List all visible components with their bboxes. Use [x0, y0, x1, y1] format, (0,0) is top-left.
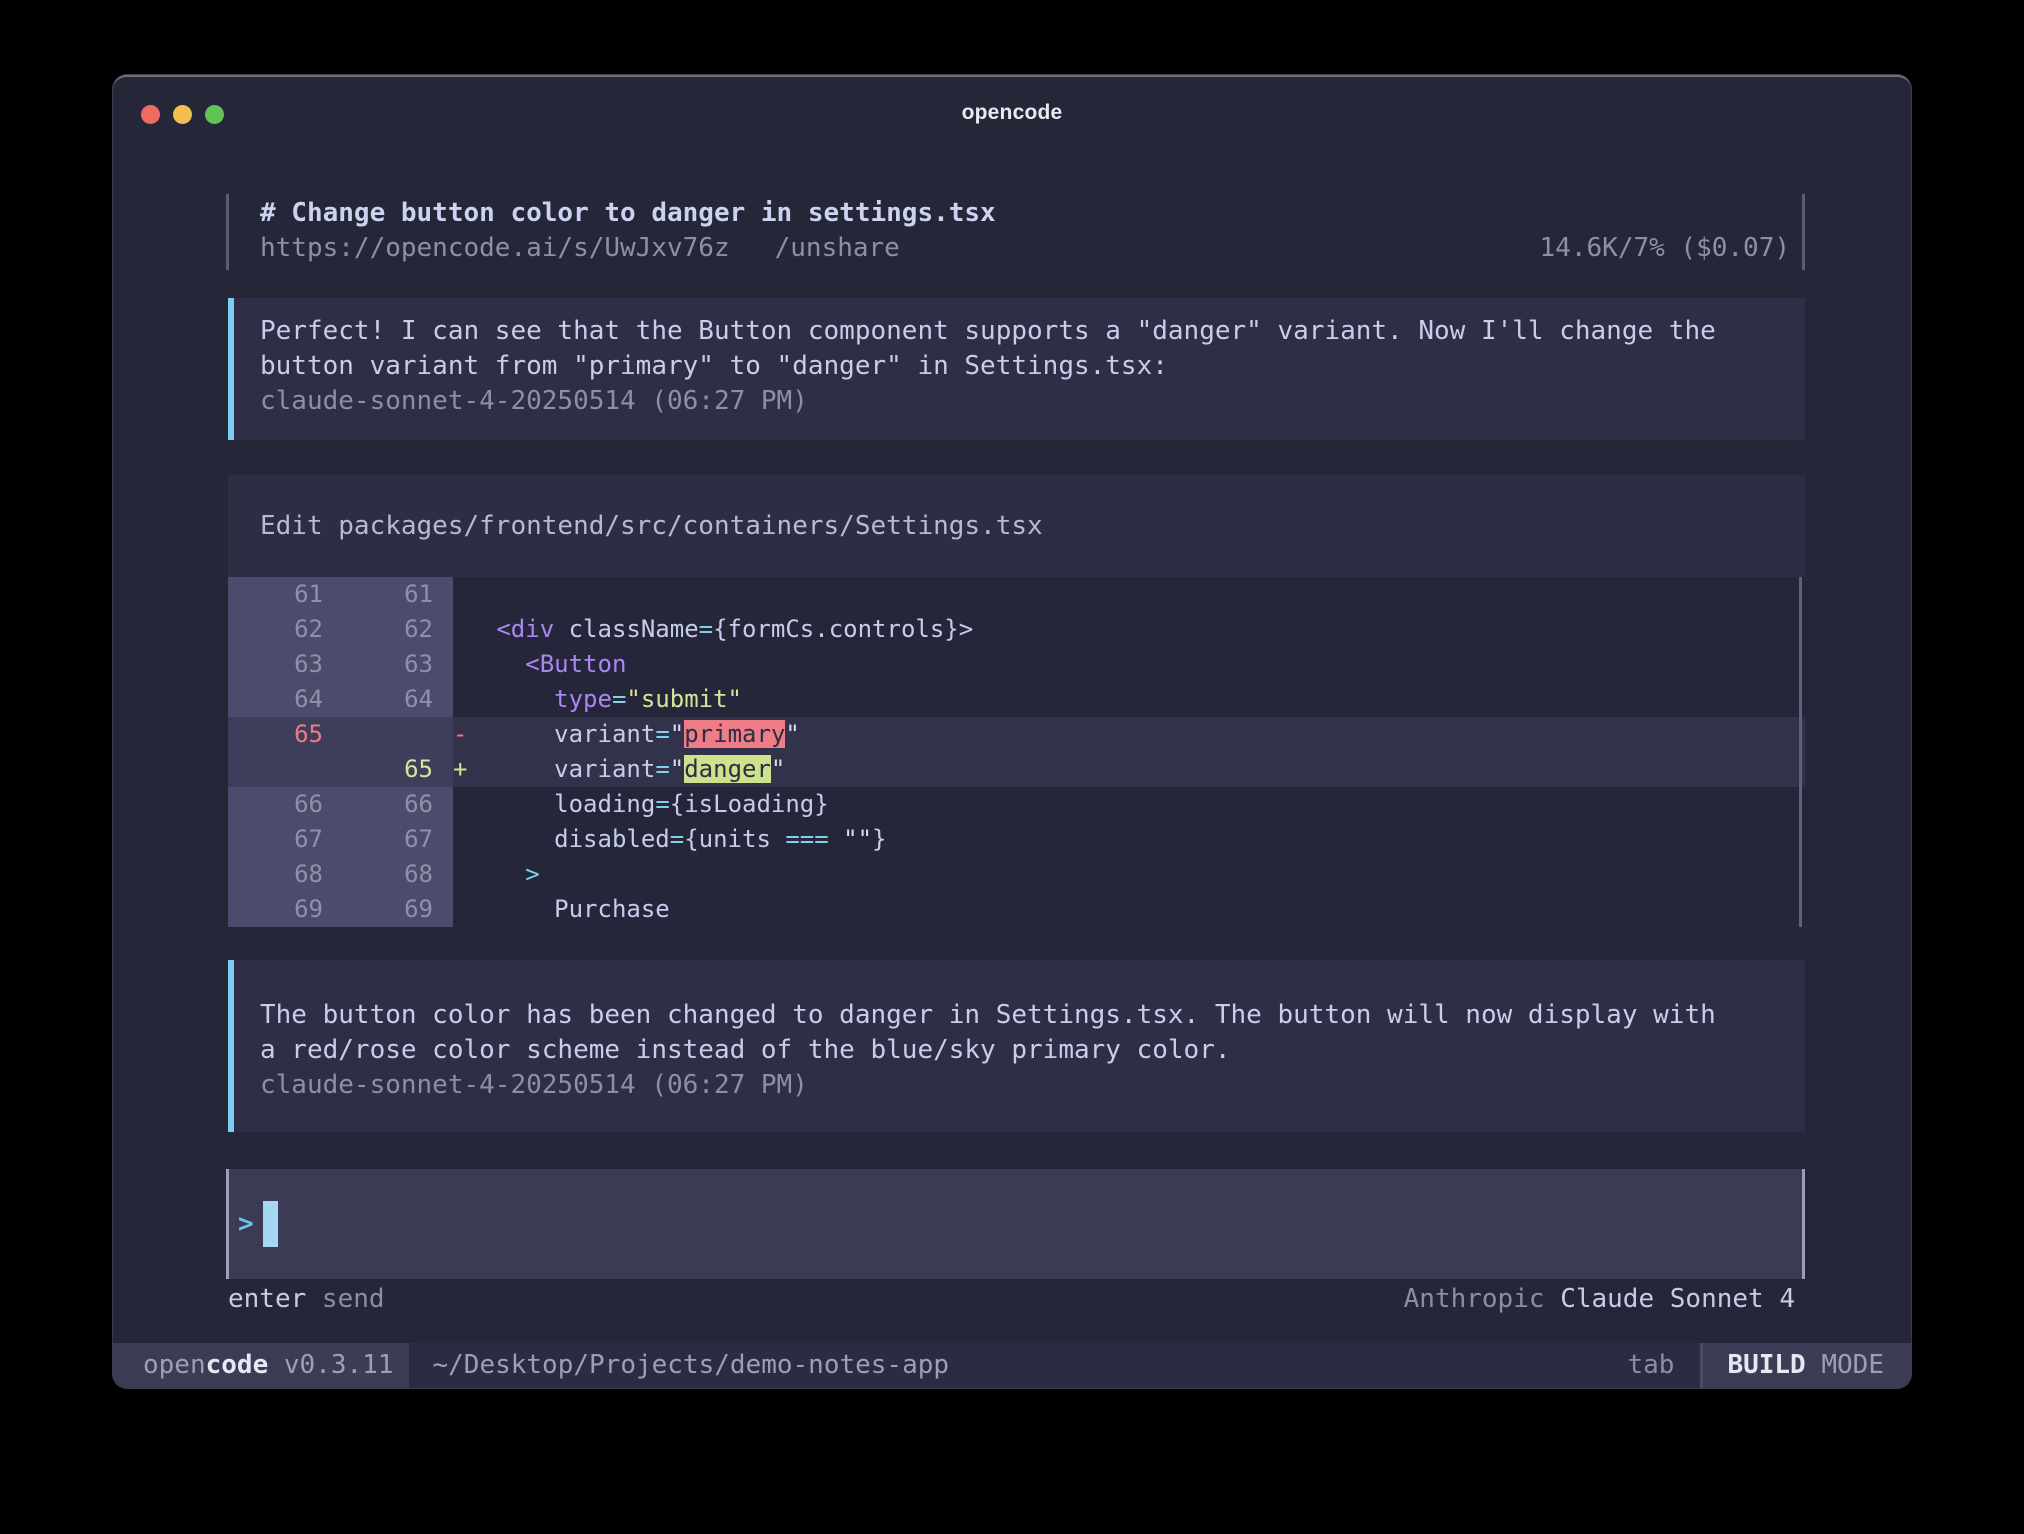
footer-hints: enter send Anthropic Claude Sonnet 4 — [228, 1282, 1805, 1317]
message-text: button variant from "primary" to "danger… — [260, 349, 1805, 384]
message-text: a red/rose color scheme instead of the b… — [260, 1033, 1805, 1068]
assistant-message: The button color has been changed to dan… — [228, 960, 1805, 1132]
diff-line-number-new: 62 — [340, 612, 453, 647]
diff-line-number-new: 68 — [340, 857, 453, 892]
diff-line-number-new: 66 — [340, 787, 453, 822]
diff-row: 65+ variant="danger" — [228, 752, 1805, 787]
share-url[interactable]: https://opencode.ai/s/UwJxv76z — [260, 231, 730, 266]
diff-line-number-old: 69 — [228, 892, 340, 927]
diff-row: 6464 type="submit" — [228, 682, 1805, 717]
diff-line-number-old: 62 — [228, 612, 340, 647]
diff-line-number-old: 63 — [228, 647, 340, 682]
diff-line-number-new — [340, 717, 453, 752]
diff-code-line: disabled={units === ""} — [453, 822, 1805, 857]
diff-row: 6363 <Button — [228, 647, 1805, 682]
status-bar: opencode v0.3.11 ~/Desktop/Projects/demo… — [113, 1343, 1911, 1388]
diff-line-number-old: 66 — [228, 787, 340, 822]
opencode-window: opencode # Change button color to danger… — [113, 75, 1911, 1388]
diff-row: 6161 — [228, 577, 1805, 612]
session-title: # Change button color to danger in setti… — [260, 196, 1802, 231]
assistant-message: Perfect! I can see that the Button compo… — [228, 298, 1805, 440]
message-model-meta: claude-sonnet-4-20250514 (06:27 PM) — [260, 1068, 1805, 1103]
edit-tool-panel: Edit packages/frontend/src/containers/Se… — [228, 475, 1805, 927]
prompt-input[interactable]: > — [226, 1169, 1805, 1279]
message-model-meta: claude-sonnet-4-20250514 (06:27 PM) — [260, 384, 1805, 419]
diff-code-line: + variant="danger" — [453, 752, 1805, 787]
model-indicator: Anthropic Claude Sonnet 4 — [1404, 1282, 1795, 1317]
diff-code-line: loading={isLoading} — [453, 787, 1805, 822]
prompt-symbol: > — [238, 1209, 254, 1239]
diff-line-number-new: 63 — [340, 647, 453, 682]
diff-line-number-new: 64 — [340, 682, 453, 717]
send-hint: enter send — [228, 1282, 385, 1317]
edit-file-path: Edit packages/frontend/src/containers/Se… — [228, 475, 1805, 577]
diff-line-number-old: 65 — [228, 717, 340, 752]
tab-key-hint: tab — [1627, 1343, 1674, 1388]
diff-code-line: type="submit" — [453, 682, 1805, 717]
build-mode-toggle[interactable]: BUILD MODE — [1703, 1343, 1911, 1388]
app-version-chip: opencode v0.3.11 — [113, 1343, 409, 1388]
diff-row: 65 - variant="primary" — [228, 717, 1805, 752]
diff-row: 6969 Purchase — [228, 892, 1805, 927]
diff-line-number-old: 67 — [228, 822, 340, 857]
working-directory: ~/Desktop/Projects/demo-notes-app — [432, 1343, 949, 1388]
diff-line-number-new: 65 — [340, 752, 453, 787]
diff-line-number-new: 61 — [340, 577, 453, 612]
minimize-window-button[interactable] — [173, 105, 192, 124]
diff-code-line: > — [453, 857, 1805, 892]
diff-row: 6767 disabled={units === ""} — [228, 822, 1805, 857]
text-cursor — [263, 1201, 278, 1247]
session-header: # Change button color to danger in setti… — [226, 194, 1805, 270]
diff-row: 6868 > — [228, 857, 1805, 892]
diff-scrollbar[interactable] — [1799, 577, 1802, 927]
diff-row: 6262 <div className={formCs.controls}> — [228, 612, 1805, 647]
diff-line-number-new: 69 — [340, 892, 453, 927]
diff-line-number-old — [228, 752, 340, 787]
window-title: opencode — [113, 77, 1911, 125]
close-window-button[interactable] — [141, 105, 160, 124]
diff-line-number-old: 64 — [228, 682, 340, 717]
titlebar: opencode — [113, 77, 1911, 135]
diff-code-line — [453, 577, 1805, 612]
diff-line-number-new: 67 — [340, 822, 453, 857]
diff-view: 61616262 <div className={formCs.controls… — [228, 577, 1805, 927]
unshare-command[interactable]: /unshare — [775, 231, 900, 266]
token-usage: 14.6K/7% ($0.07) — [1540, 231, 1790, 266]
message-text: Perfect! I can see that the Button compo… — [260, 314, 1805, 349]
diff-code-line: <div className={formCs.controls}> — [453, 612, 1805, 647]
diff-code-line: Purchase — [453, 892, 1805, 927]
zoom-window-button[interactable] — [205, 105, 224, 124]
message-text: The button color has been changed to dan… — [260, 998, 1805, 1033]
diff-row: 6666 loading={isLoading} — [228, 787, 1805, 822]
diff-code-line: <Button — [453, 647, 1805, 682]
diff-line-number-old: 61 — [228, 577, 340, 612]
diff-line-number-old: 68 — [228, 857, 340, 892]
diff-code-line: - variant="primary" — [453, 717, 1805, 752]
